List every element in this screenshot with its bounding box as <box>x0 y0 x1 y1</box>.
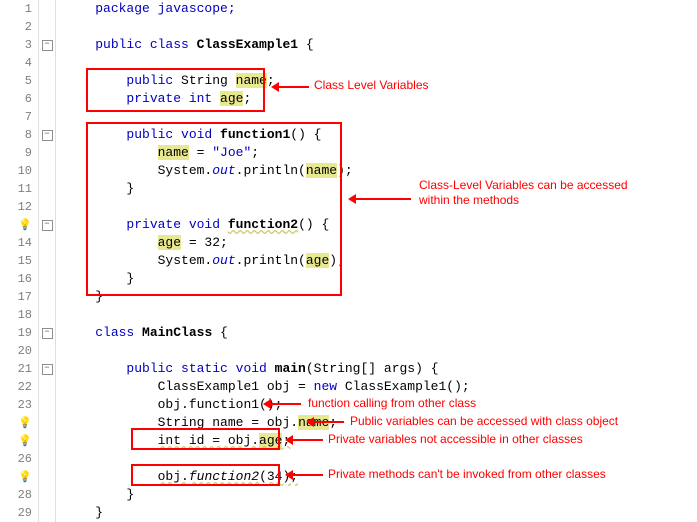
code-line: class MainClass { <box>64 324 697 342</box>
annotation-text: Class-Level Variables can be accessed wi… <box>419 178 628 208</box>
line-number: 4 <box>0 54 32 72</box>
code-line: } <box>64 504 697 522</box>
fold-toggle-icon[interactable]: − <box>42 130 53 141</box>
code-line: } <box>64 288 697 306</box>
arrow-icon <box>274 86 309 88</box>
line-number: 3 <box>0 36 32 54</box>
annotation-text: function calling from other class <box>308 396 476 411</box>
line-number: 26 <box>0 450 32 468</box>
annotation-text: Public variables can be accessed with cl… <box>350 414 618 429</box>
arrow-icon <box>288 439 323 441</box>
line-number: 28 <box>0 486 32 504</box>
line-number: 22 <box>0 378 32 396</box>
line-number: 14 <box>0 234 32 252</box>
lightbulb-icon[interactable]: 💡 <box>18 418 32 430</box>
line-number: 8 <box>0 126 32 144</box>
code-line: public static void main(String[] args) { <box>64 360 697 378</box>
fold-gutter: − − − − − <box>39 0 56 522</box>
arrow-icon <box>288 474 323 476</box>
line-number: 5 <box>0 72 32 90</box>
line-number: 16 <box>0 270 32 288</box>
code-area[interactable]: package javascope; public class ClassExa… <box>56 0 697 522</box>
code-line: package javascope; <box>64 0 697 18</box>
line-number: 21 <box>0 360 32 378</box>
line-number: 6 <box>0 90 32 108</box>
line-number: 23 <box>0 396 32 414</box>
line-number: 29 <box>0 504 32 522</box>
code-line: ClassExample1 obj = new ClassExample1(); <box>64 378 697 396</box>
line-gutter: 1 2 3 4 5 6 7 8 9 10 11 12 💡 14 15 16 17… <box>0 0 39 522</box>
line-number: 10 <box>0 162 32 180</box>
line-number: 11 <box>0 180 32 198</box>
error-icon[interactable]: 💡 <box>18 472 32 484</box>
code-line: } <box>64 486 697 504</box>
fold-toggle-icon[interactable]: − <box>42 328 53 339</box>
lightbulb-icon[interactable]: 💡 <box>18 220 32 232</box>
code-line: age = 32; <box>64 234 697 252</box>
line-number: 17 <box>0 288 32 306</box>
code-line: public void function1() { <box>64 126 697 144</box>
arrow-icon <box>266 403 301 405</box>
fold-toggle-icon[interactable]: − <box>42 40 53 51</box>
arrow-icon <box>351 198 411 200</box>
code-line: private void function2() { <box>64 216 697 234</box>
line-number: 9 <box>0 144 32 162</box>
arrow-icon <box>309 421 344 423</box>
code-line: name = "Joe"; <box>64 144 697 162</box>
code-line: public class ClassExample1 { <box>64 36 697 54</box>
annotation-text: Private methods can't be invoked from ot… <box>328 467 606 482</box>
line-number: 12 <box>0 198 32 216</box>
line-number: 15 <box>0 252 32 270</box>
fold-toggle-icon[interactable]: − <box>42 220 53 231</box>
line-number: 20 <box>0 342 32 360</box>
annotation-text: Private variables not accessible in othe… <box>328 432 583 447</box>
line-number: 19 <box>0 324 32 342</box>
fold-toggle-icon[interactable]: − <box>42 364 53 375</box>
code-line: } <box>64 270 697 288</box>
line-number: 7 <box>0 108 32 126</box>
code-editor: 1 2 3 4 5 6 7 8 9 10 11 12 💡 14 15 16 17… <box>0 0 697 522</box>
line-number: 18 <box>0 306 32 324</box>
code-line: System.out.println(age); <box>64 252 697 270</box>
error-icon[interactable]: 💡 <box>18 436 32 448</box>
line-number: 1 <box>0 0 32 18</box>
line-number: 2 <box>0 18 32 36</box>
annotation-text: Class Level Variables <box>314 78 429 93</box>
